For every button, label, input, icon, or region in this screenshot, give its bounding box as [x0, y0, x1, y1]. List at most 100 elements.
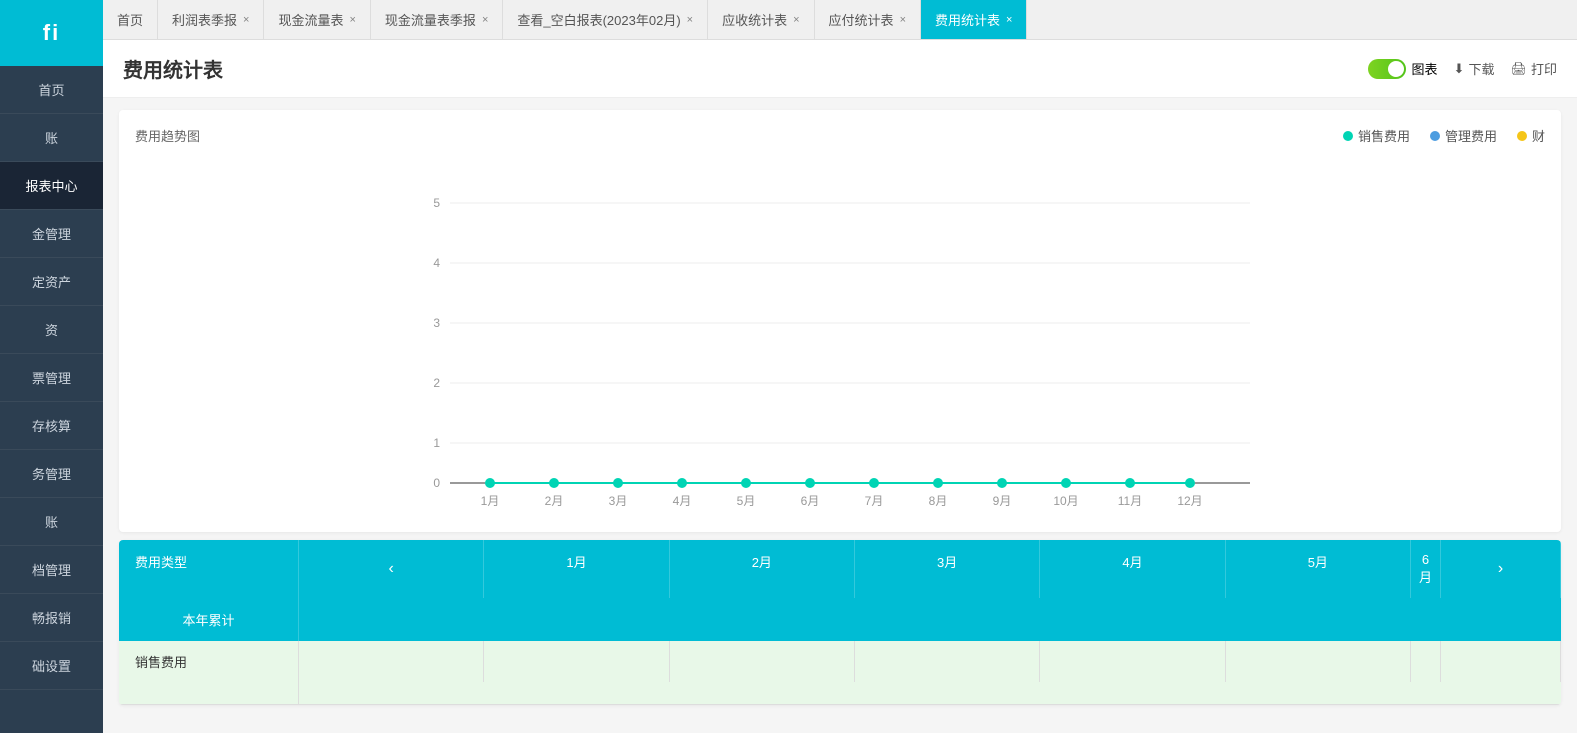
legend-label-sales: 销售费用: [1358, 126, 1410, 145]
legend-finance: 财: [1517, 126, 1545, 145]
sidebar-item-capital[interactable]: 资: [0, 306, 103, 354]
tab-expense[interactable]: 费用统计表 ×: [921, 0, 1027, 39]
header-actions: 图表 ⬇ 下载 🖨 打印: [1368, 59, 1557, 79]
td-m3: [855, 641, 1040, 682]
th-type: 费用类型: [119, 540, 299, 598]
sidebar-item-service[interactable]: 务管理: [0, 450, 103, 498]
tab-bar: 首页 利润表季报 × 现金流量表 × 现金流量表季报 × 查看_空白报表(202…: [103, 0, 1577, 40]
sidebar-logo: fi: [0, 0, 103, 66]
sidebar-item-ledger[interactable]: 账: [0, 498, 103, 546]
tab-blank-report[interactable]: 查看_空白报表(2023年02月) ×: [503, 0, 708, 39]
chart-toggle-label: 图表: [1412, 59, 1438, 78]
print-button[interactable]: 🖨 打印: [1510, 59, 1557, 78]
td-type: 销售费用: [119, 641, 299, 682]
download-button[interactable]: ⬇ 下载: [1454, 59, 1495, 78]
svg-text:11月: 11月: [1118, 494, 1142, 508]
legend-label-admin: 管理费用: [1445, 126, 1497, 145]
table-header: 费用类型 ‹ 1月 2月 3月 4月 5月 6月 › 本年累计: [119, 540, 1561, 641]
td-total: [119, 682, 299, 704]
th-m4: 4月: [1040, 540, 1225, 598]
tab-close-expense[interactable]: ×: [1006, 14, 1012, 26]
download-icon: ⬇: [1454, 61, 1465, 77]
svg-text:6月: 6月: [801, 494, 820, 508]
chart-title: 费用趋势图: [135, 126, 1545, 145]
sidebar-item-invoice[interactable]: 票管理: [0, 354, 103, 402]
chart-svg: 5 4 3 2 1 0 1月 2月 3月 4月 5月 6月 7月 8月 9月: [135, 153, 1545, 513]
tab-profit-quarterly[interactable]: 利润表季报 ×: [158, 0, 264, 39]
svg-text:9月: 9月: [993, 494, 1012, 508]
tab-payable[interactable]: 应付统计表 ×: [815, 0, 921, 39]
tab-cashflow[interactable]: 现金流量表 ×: [264, 0, 370, 39]
table-row: 销售费用: [119, 641, 1561, 705]
sidebar-item-expense[interactable]: 畅报销: [0, 594, 103, 642]
chart-section: 费用趋势图 销售费用 管理费用 财: [119, 110, 1561, 532]
legend-sales: 销售费用: [1343, 126, 1410, 145]
svg-text:7月: 7月: [865, 494, 884, 508]
legend-admin: 管理费用: [1430, 126, 1497, 145]
svg-text:1月: 1月: [481, 494, 500, 508]
sidebar-item-finance[interactable]: 金管理: [0, 210, 103, 258]
th-nav-prev[interactable]: ‹: [299, 540, 484, 598]
page-header: 费用统计表 图表 ⬇ 下载 🖨 打印: [103, 40, 1577, 98]
svg-text:0: 0: [433, 476, 440, 490]
tab-home[interactable]: 首页: [103, 0, 158, 39]
sidebar-item-inventory[interactable]: 存核算: [0, 402, 103, 450]
svg-text:10月: 10月: [1053, 494, 1078, 508]
sidebar-item-account[interactable]: 账: [0, 114, 103, 162]
content-area: 费用统计表 图表 ⬇ 下载 🖨 打印 费用趋势图: [103, 40, 1577, 733]
svg-text:12月: 12月: [1177, 494, 1202, 508]
th-total: 本年累计: [119, 598, 299, 641]
svg-text:5: 5: [433, 196, 440, 210]
legend-dot-sales: [1343, 131, 1353, 141]
th-m3: 3月: [855, 540, 1040, 598]
svg-text:5月: 5月: [737, 494, 756, 508]
sidebar-item-assets[interactable]: 定资产: [0, 258, 103, 306]
th-m2: 2月: [670, 540, 855, 598]
chart-toggle[interactable]: [1368, 59, 1406, 79]
td-m4: [1040, 641, 1225, 682]
td-m6: [1411, 641, 1441, 682]
svg-text:3: 3: [433, 316, 440, 330]
chart-legend: 销售费用 管理费用 财: [1343, 126, 1545, 145]
td-m2: [670, 641, 855, 682]
td-nav-spacer2: [1441, 641, 1561, 682]
th-nav-next[interactable]: ›: [1441, 540, 1561, 598]
svg-text:2月: 2月: [545, 494, 564, 508]
svg-text:3月: 3月: [609, 494, 628, 508]
sidebar-item-settings[interactable]: 础设置: [0, 642, 103, 690]
table-section: 费用类型 ‹ 1月 2月 3月 4月 5月 6月 › 本年累计 销售费用: [119, 540, 1561, 705]
tab-cashflow-quarterly[interactable]: 现金流量表季报 ×: [371, 0, 503, 39]
chart-toggle-wrap: 图表: [1368, 59, 1438, 79]
download-label: 下载: [1468, 59, 1494, 78]
td-m5: [1226, 641, 1411, 682]
tab-close-cashflow[interactable]: ×: [349, 14, 355, 26]
tab-close-cashflow-quarterly[interactable]: ×: [482, 14, 488, 26]
tab-close-profit-quarterly[interactable]: ×: [243, 14, 249, 26]
print-label: 打印: [1531, 59, 1557, 78]
legend-dot-finance: [1517, 131, 1527, 141]
print-icon: 🖨: [1510, 61, 1527, 77]
sidebar-item-reports[interactable]: 报表中心: [0, 162, 103, 210]
th-m5: 5月: [1226, 540, 1411, 598]
td-nav-spacer: [299, 641, 484, 682]
main-area: 首页 利润表季报 × 现金流量表 × 现金流量表季报 × 查看_空白报表(202…: [103, 0, 1577, 733]
legend-label-finance: 财: [1532, 126, 1545, 145]
page-title: 费用统计表: [123, 54, 223, 83]
svg-text:4月: 4月: [673, 494, 692, 508]
svg-text:4: 4: [433, 256, 440, 270]
svg-text:2: 2: [433, 376, 440, 390]
svg-text:1: 1: [433, 436, 440, 450]
legend-dot-admin: [1430, 131, 1440, 141]
sidebar-item-home[interactable]: 首页: [0, 66, 103, 114]
svg-text:8月: 8月: [929, 494, 948, 508]
th-m6: 6月: [1411, 540, 1441, 598]
td-m1: [484, 641, 669, 682]
chart-wrapper: 费用趋势图 销售费用 管理费用 财: [135, 126, 1545, 516]
sidebar: fi 首页 账 报表中心 金管理 定资产 资 票管理 存核算 务管理 账 档管理…: [0, 0, 103, 733]
tab-close-payable[interactable]: ×: [900, 14, 906, 26]
tab-close-receivable[interactable]: ×: [793, 14, 799, 26]
sidebar-item-archive[interactable]: 档管理: [0, 546, 103, 594]
tab-close-blank-report[interactable]: ×: [687, 14, 693, 26]
th-m1: 1月: [484, 540, 669, 598]
tab-receivable[interactable]: 应收统计表 ×: [708, 0, 814, 39]
